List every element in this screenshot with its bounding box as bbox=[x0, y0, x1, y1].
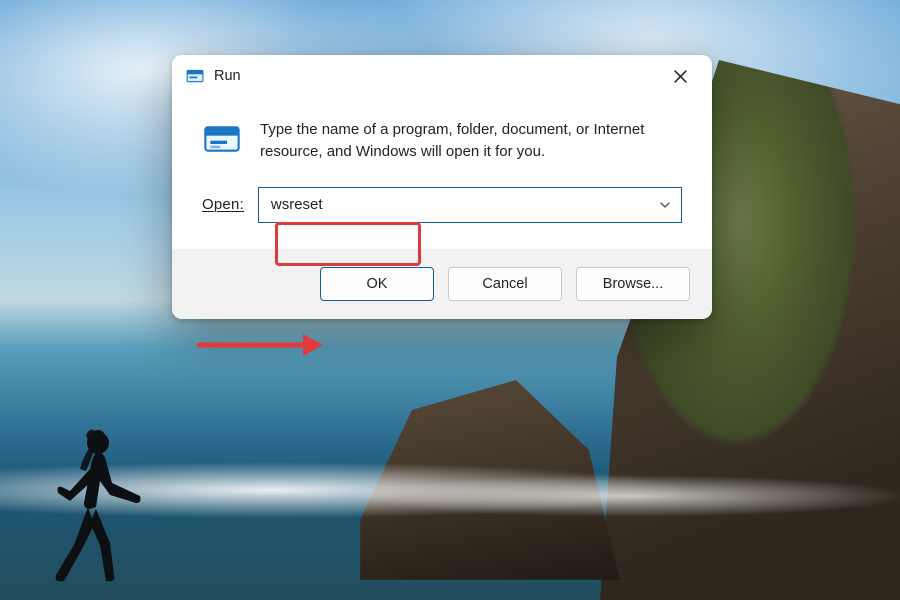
open-dropdown-button[interactable] bbox=[649, 188, 681, 222]
dialog-body: Type the name of a program, folder, docu… bbox=[172, 97, 712, 249]
open-combobox[interactable] bbox=[258, 187, 682, 223]
wallpaper-runner-silhouette bbox=[40, 425, 150, 585]
dialog-description: Type the name of a program, folder, docu… bbox=[260, 119, 682, 163]
dialog-title: Run bbox=[214, 68, 658, 84]
open-input[interactable] bbox=[259, 188, 649, 222]
chevron-down-icon bbox=[659, 199, 671, 211]
run-icon bbox=[186, 67, 204, 85]
ok-button[interactable]: OK bbox=[320, 267, 434, 301]
run-large-icon bbox=[202, 119, 242, 159]
desktop-wallpaper: Run Type the name of a program, folder, bbox=[0, 0, 900, 600]
dialog-footer: OK Cancel Browse... bbox=[172, 249, 712, 319]
open-label: Open: bbox=[202, 196, 244, 213]
annotation-arrow bbox=[195, 330, 325, 360]
close-button[interactable] bbox=[658, 61, 702, 91]
close-icon bbox=[674, 70, 687, 83]
cancel-button[interactable]: Cancel bbox=[448, 267, 562, 301]
run-dialog: Run Type the name of a program, folder, bbox=[172, 55, 712, 319]
titlebar[interactable]: Run bbox=[172, 55, 712, 97]
browse-button[interactable]: Browse... bbox=[576, 267, 690, 301]
